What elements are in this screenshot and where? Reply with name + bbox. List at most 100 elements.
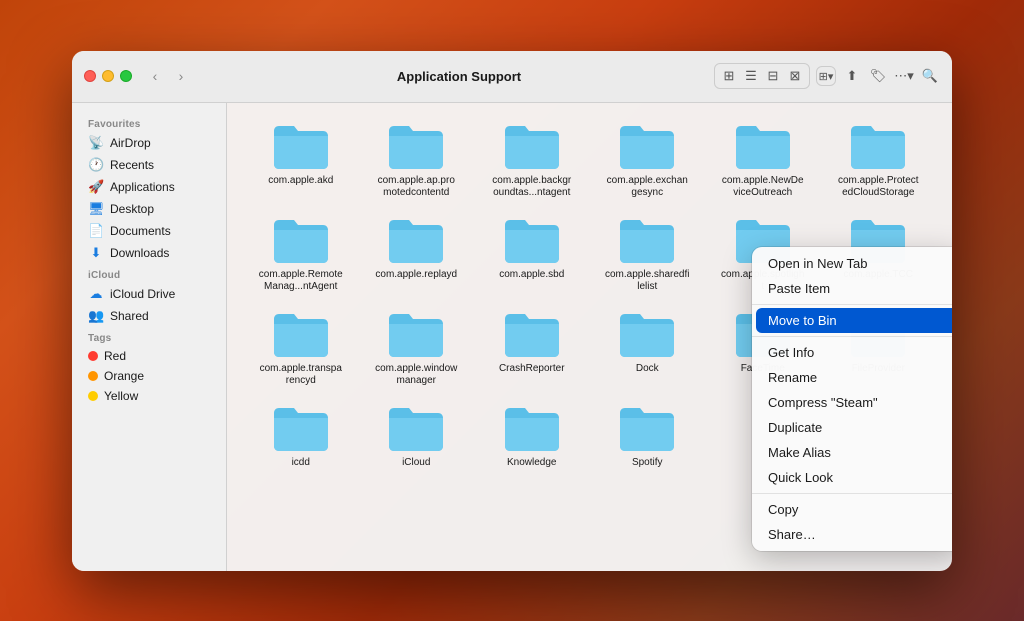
main-content: Favourites 📡 AirDrop 🕐 Recents 🚀 Applica… [72, 103, 952, 571]
column-view-button[interactable]: ⊟ [763, 66, 783, 86]
file-item[interactable]: com.apple.windowmanager [359, 301, 475, 395]
file-area: com.apple.akd com.apple.ap.promotedconte… [227, 103, 952, 571]
forward-button[interactable]: › [170, 65, 192, 87]
file-item[interactable]: com.apple.NewDeviceOutreach [705, 113, 821, 207]
file-item[interactable]: com.apple.transparencyd [243, 301, 359, 395]
file-item[interactable]: Dock [590, 301, 706, 395]
file-label: com.apple.transparencyd [258, 363, 343, 387]
sidebar-item-label: Yellow [104, 389, 138, 403]
minimize-button[interactable] [102, 70, 114, 82]
toolbar-icons: ⊞ ☰ ⊟ ⊠ ⊞▾ ⬆ 🏷 ⋯▾ 🔍 [714, 63, 940, 89]
sidebar-item-icloud-drive[interactable]: ☁ iCloud Drive [76, 283, 222, 305]
sidebar-item-label: Desktop [110, 202, 154, 216]
ctx-open-new-tab[interactable]: Open in New Tab [752, 251, 952, 276]
ctx-paste-item[interactable]: Paste Item [752, 276, 952, 301]
file-item[interactable]: com.apple.ap.promotedcontentd [359, 113, 475, 207]
folder-icon [503, 403, 561, 453]
favourites-header: Favourites [72, 113, 226, 132]
share-button[interactable]: ⬆ [842, 66, 862, 86]
sidebar-item-desktop[interactable]: 🖥 Desktop [76, 198, 222, 220]
file-label: iCloud [402, 457, 430, 469]
sidebar-item-tag-red[interactable]: Red [76, 346, 222, 366]
ctx-compress[interactable]: Compress "Steam" [752, 390, 952, 415]
context-menu: Open in New Tab Paste Item Move to Bin G… [752, 247, 952, 551]
sidebar-item-airdrop[interactable]: 📡 AirDrop [76, 132, 222, 154]
documents-icon: 📄 [88, 223, 104, 239]
sidebar-item-tag-yellow[interactable]: Yellow [76, 386, 222, 406]
ctx-share[interactable]: Share… [752, 522, 952, 547]
file-item[interactable]: com.apple.ProtectedCloudStorage [821, 113, 937, 207]
ctx-copy[interactable]: Copy [752, 497, 952, 522]
sidebar-item-label: Documents [110, 224, 171, 238]
ctx-rename[interactable]: Rename [752, 365, 952, 390]
gallery-view-button[interactable]: ⊠ [785, 66, 805, 86]
sidebar-item-recents[interactable]: 🕐 Recents [76, 154, 222, 176]
folder-icon [272, 215, 330, 265]
icon-view-button[interactable]: ⊞ [719, 66, 739, 86]
ctx-label: Rename [768, 370, 817, 385]
sidebar-item-label: Shared [110, 309, 149, 323]
file-label: com.apple.windowmanager [374, 363, 459, 387]
ctx-make-alias[interactable]: Make Alias [752, 440, 952, 465]
desktop-icon: 🖥 [88, 201, 104, 217]
file-item[interactable]: com.apple.replayd [359, 207, 475, 301]
file-item[interactable]: com.apple.exchangesync [590, 113, 706, 207]
ctx-label: Make Alias [768, 445, 831, 460]
file-label: com.apple.exchangesync [605, 175, 690, 199]
file-item[interactable]: com.apple.akd [243, 113, 359, 207]
recents-icon: 🕐 [88, 157, 104, 173]
tags-header: Tags [72, 327, 226, 346]
file-label: com.apple.ap.promotedcontentd [374, 175, 459, 199]
file-item[interactable]: CrashReporter [474, 301, 590, 395]
file-item-knowledge[interactable]: Knowledge [474, 395, 590, 477]
applications-icon: 🚀 [88, 179, 104, 195]
file-label: com.apple.replayd [375, 269, 457, 281]
ctx-label: Open in New Tab [768, 256, 868, 271]
folder-icon [503, 215, 561, 265]
search-button[interactable]: 🔍 [920, 66, 940, 86]
maximize-button[interactable] [120, 70, 132, 82]
ctx-label: Paste Item [768, 281, 830, 296]
file-item[interactable]: iCloud [359, 395, 475, 477]
sidebar-item-label: Orange [104, 369, 144, 383]
ctx-label: Duplicate [768, 420, 822, 435]
folder-icon [503, 309, 561, 359]
list-view-button[interactable]: ☰ [741, 66, 761, 86]
folder-icon [618, 403, 676, 453]
sidebar-item-tag-orange[interactable]: Orange [76, 366, 222, 386]
close-button[interactable] [84, 70, 96, 82]
file-item-spotify[interactable]: Spotify [590, 395, 706, 477]
arrange-button[interactable]: ⊞▾ [816, 66, 836, 86]
ctx-label: Compress "Steam" [768, 395, 878, 410]
ctx-get-info[interactable]: Get Info [752, 340, 952, 365]
sidebar-item-documents[interactable]: 📄 Documents [76, 220, 222, 242]
traffic-lights [84, 70, 132, 82]
folder-icon [272, 121, 330, 171]
tag-button[interactable]: 🏷 [868, 66, 888, 86]
file-item[interactable]: icdd [243, 395, 359, 477]
folder-icon [618, 215, 676, 265]
more-button[interactable]: ⋯▾ [894, 66, 914, 86]
sidebar-item-shared[interactable]: 👥 Shared [76, 305, 222, 327]
title-bar: ‹ › Application Support ⊞ ☰ ⊟ ⊠ ⊞▾ ⬆ 🏷 ⋯… [72, 51, 952, 103]
ctx-duplicate[interactable]: Duplicate [752, 415, 952, 440]
sidebar-item-label: Red [104, 349, 126, 363]
file-label: com.apple.akd [268, 175, 333, 187]
view-mode-group: ⊞ ☰ ⊟ ⊠ [714, 63, 810, 89]
back-button[interactable]: ‹ [144, 65, 166, 87]
file-item[interactable]: com.apple.RemoteManag...ntAgent [243, 207, 359, 301]
file-label: com.apple.ProtectedCloudStorage [836, 175, 921, 199]
orange-tag-dot [88, 371, 98, 381]
downloads-icon: ⬇ [88, 245, 104, 261]
file-item[interactable]: com.apple.backgr oundtas...ntagent [474, 113, 590, 207]
sidebar-item-applications[interactable]: 🚀 Applications [76, 176, 222, 198]
file-item[interactable]: com.apple.sbd [474, 207, 590, 301]
sidebar-item-label: AirDrop [110, 136, 151, 150]
ctx-separator3 [752, 493, 952, 494]
ctx-quick-look[interactable]: Quick Look [752, 465, 952, 490]
sidebar-item-downloads[interactable]: ⬇ Downloads [76, 242, 222, 264]
ctx-move-to-bin[interactable]: Move to Bin [756, 308, 952, 333]
red-tag-dot [88, 351, 98, 361]
nav-buttons: ‹ › [144, 65, 192, 87]
file-item[interactable]: com.apple.sharedfilelist [590, 207, 706, 301]
